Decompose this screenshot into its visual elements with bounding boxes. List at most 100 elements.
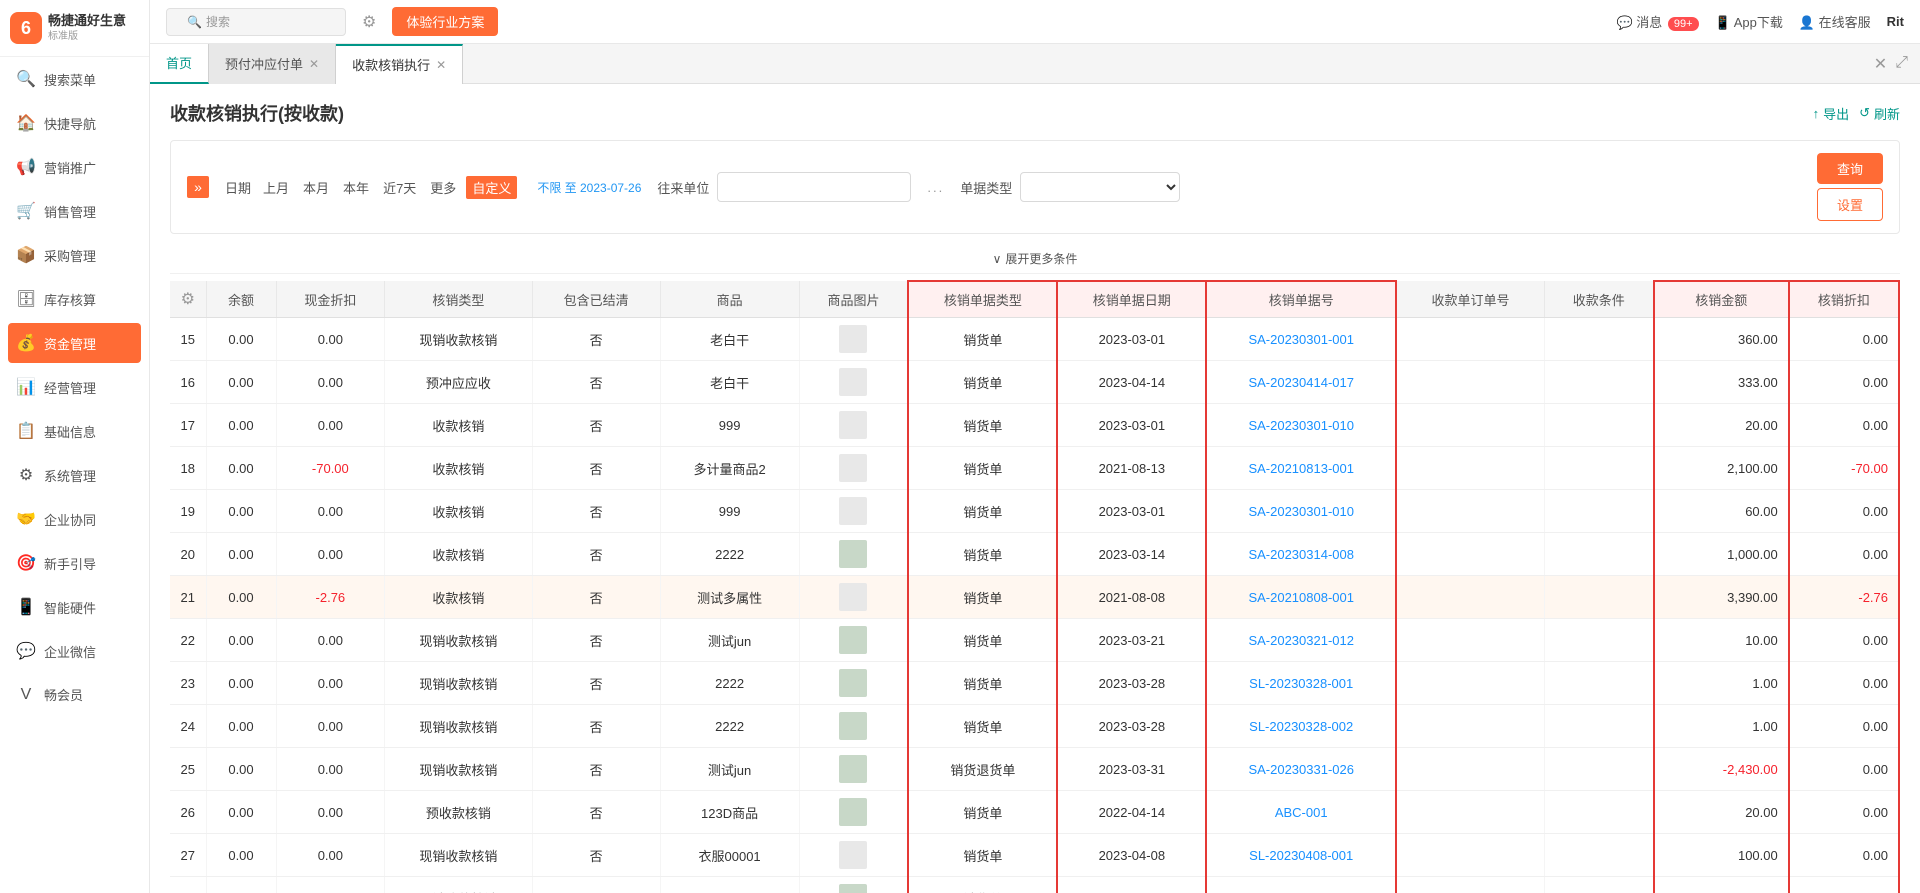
tab-prepay-close[interactable]: ✕ [309, 57, 319, 71]
cell-writeoff-bill-no[interactable]: ABC-001 [1206, 791, 1396, 834]
cell-product-img [799, 877, 908, 893]
cell-writeoff-bill-no[interactable]: SA-20230414-017 [1206, 361, 1396, 404]
bill-no-link[interactable]: ABC-001 [1275, 805, 1328, 820]
sidebar-item-quicknav[interactable]: 🏠快捷导航 [0, 101, 149, 145]
expand-tab-icon[interactable]: ⤢ [1895, 54, 1908, 74]
bill-no-link[interactable]: SA-20230321-012 [1248, 633, 1354, 648]
cell-receipt-order-no [1396, 662, 1544, 705]
sidebar-item-corp[interactable]: 🤝企业协同 [0, 497, 149, 541]
sidebar-item-purchase[interactable]: 📦采购管理 [0, 233, 149, 277]
sidebar-item-member[interactable]: V畅会员 [0, 673, 149, 716]
product-image [839, 325, 867, 353]
online-service-link[interactable]: 👤 在线客服 [1799, 12, 1871, 31]
bill-no-link[interactable]: SA-20230414-017 [1248, 375, 1354, 390]
cell-writeoff-amount: 2,100.00 [1654, 447, 1789, 490]
tab-prepay[interactable]: 预付冲应付单 ✕ [209, 44, 336, 84]
voucher-type-label: 单据类型 [960, 178, 1012, 197]
close-tab-icon[interactable]: ✕ [1874, 54, 1887, 74]
cell-writeoff-bill-no[interactable]: SL-20230408-001 [1206, 834, 1396, 877]
cell-writeoff-bill-date: 2023-03-28 [1057, 705, 1206, 748]
main-area: 🔍 搜索 ⚙ 体验行业方案 💬 消息 99+ 📱 App下载 👤 在线客服 Ri… [150, 0, 1920, 893]
message-link[interactable]: 💬 消息 99+ [1616, 12, 1698, 31]
cell-writeoff-bill-no[interactable]: SA-20230321-012 [1206, 619, 1396, 662]
cell-receipt-condition [1544, 318, 1653, 361]
product-image [839, 626, 867, 654]
date-opt-last-month[interactable]: 上月 [259, 176, 293, 199]
bill-no-link[interactable]: SA-20230301-010 [1248, 418, 1354, 433]
cell-writeoff-bill-no[interactable]: SA-20210808-001 [1206, 576, 1396, 619]
sidebar-item-sales[interactable]: 🛒销售管理 [0, 189, 149, 233]
cell-writeoff-bill-type: 销货单 [908, 662, 1057, 705]
cell-writeoff-bill-no[interactable]: SA-20230331-026 [1206, 748, 1396, 791]
sidebar-item-finance[interactable]: 💰资金管理 [8, 323, 141, 363]
date-opt-this-year[interactable]: 本年 [339, 176, 373, 199]
solution-button[interactable]: 体验行业方案 [392, 7, 498, 36]
logo-icon: 6 [10, 12, 42, 44]
sidebar-item-basic[interactable]: 📋基础信息 [0, 409, 149, 453]
export-button[interactable]: ↑ 导出 [1813, 104, 1850, 123]
tab-receipt-close[interactable]: ✕ [436, 58, 446, 72]
cell-writeoff-amount: 1,000.00 [1654, 533, 1789, 576]
column-settings-icon[interactable]: ⚙ [181, 291, 195, 308]
tab-home[interactable]: 首页 [150, 44, 209, 84]
query-button[interactable]: 查询 [1817, 153, 1883, 184]
product-image [839, 368, 867, 396]
cell-writeoff-bill-no[interactable]: SA-20230301-010 [1206, 490, 1396, 533]
col-settings[interactable]: ⚙ [170, 281, 206, 318]
from-unit-input[interactable] [717, 172, 911, 202]
bill-no-link[interactable]: SL-20230328-001 [1249, 676, 1353, 691]
cell-writeoff-bill-no[interactable]: SL-20230418-001 [1206, 877, 1396, 893]
sidebar-item-system[interactable]: ⚙系统管理 [0, 453, 149, 497]
cell-writeoff-bill-date: 2023-03-01 [1057, 318, 1206, 361]
cell-writeoff-bill-type: 销货单 [908, 447, 1057, 490]
bill-no-link[interactable]: SA-20230331-026 [1248, 762, 1354, 777]
cell-writeoff-bill-no[interactable]: SA-20230301-001 [1206, 318, 1396, 361]
voucher-type-select[interactable] [1020, 172, 1180, 202]
app-download-link[interactable]: 📱 App下载 [1715, 12, 1783, 31]
sidebar-item-hardware[interactable]: 📱智能硬件 [0, 585, 149, 629]
table-row: 15 0.00 0.00 现销收款核销 否 老白干 销货单 2023-03-01… [170, 318, 1899, 361]
tab-receipt[interactable]: 收款核销执行 ✕ [336, 44, 463, 84]
cell-writeoff-discount: 0.00 [1789, 490, 1899, 533]
filter-bar: » 日期 上月 本月 本年 近7天 更多 自定义 不限 至 2023-07-26 [170, 140, 1900, 234]
settings-icon[interactable]: ⚙ [362, 12, 376, 32]
cell-writeoff-bill-no[interactable]: SL-20230328-001 [1206, 662, 1396, 705]
date-opt-custom[interactable]: 自定义 [466, 176, 517, 199]
bill-no-link[interactable]: SL-20230408-001 [1249, 848, 1353, 863]
cell-writeoff-bill-no[interactable]: SA-20210813-001 [1206, 447, 1396, 490]
col-include-settled: 包含已结清 [532, 281, 660, 318]
filter-collapse-button[interactable]: » [187, 176, 209, 198]
bill-no-link[interactable]: SA-20230301-010 [1248, 504, 1354, 519]
cell-product-img [799, 361, 908, 404]
cell-balance: 0.00 [206, 791, 276, 834]
cell-cash-discount: 0.00 [276, 834, 385, 877]
sidebar-item-guide[interactable]: 🎯新手引导 [0, 541, 149, 585]
cell-product-img [799, 748, 908, 791]
sidebar-item-inventory[interactable]: 🗄库存核算 [0, 277, 149, 321]
sidebar-item-business[interactable]: 📊经营管理 [0, 365, 149, 409]
cell-rownum: 16 [170, 361, 206, 404]
cell-receipt-condition [1544, 877, 1653, 893]
date-opt-this-month[interactable]: 本月 [299, 176, 333, 199]
bill-no-link[interactable]: SA-20210808-001 [1248, 590, 1354, 605]
product-image [839, 669, 867, 697]
bill-no-link[interactable]: SA-20210813-001 [1248, 461, 1354, 476]
sidebar-icon-business: 📊 [16, 377, 36, 397]
cell-writeoff-bill-no[interactable]: SA-20230301-010 [1206, 404, 1396, 447]
date-opt-more[interactable]: 更多 [426, 176, 460, 199]
refresh-button[interactable]: ↺ 刷新 [1859, 104, 1900, 123]
expand-more-bar[interactable]: ∨ 展开更多条件 [170, 244, 1900, 274]
topbar-search-box[interactable]: 🔍 搜索 [166, 8, 346, 36]
sidebar-item-marketing[interactable]: 📢营销推广 [0, 145, 149, 189]
cell-writeoff-bill-no[interactable]: SL-20230328-002 [1206, 705, 1396, 748]
date-opt-7days[interactable]: 近7天 [379, 176, 420, 199]
cell-product: 2222 [660, 662, 799, 705]
sidebar-item-search[interactable]: 🔍搜索菜单 [0, 57, 149, 101]
cell-writeoff-amount: -2,430.00 [1654, 748, 1789, 791]
bill-no-link[interactable]: SA-20230314-008 [1248, 547, 1354, 562]
bill-no-link[interactable]: SL-20230328-002 [1249, 719, 1353, 734]
settings-button[interactable]: 设置 [1817, 188, 1883, 221]
bill-no-link[interactable]: SA-20230301-001 [1248, 332, 1354, 347]
sidebar-item-wechat[interactable]: 💬企业微信 [0, 629, 149, 673]
cell-writeoff-bill-no[interactable]: SA-20230314-008 [1206, 533, 1396, 576]
